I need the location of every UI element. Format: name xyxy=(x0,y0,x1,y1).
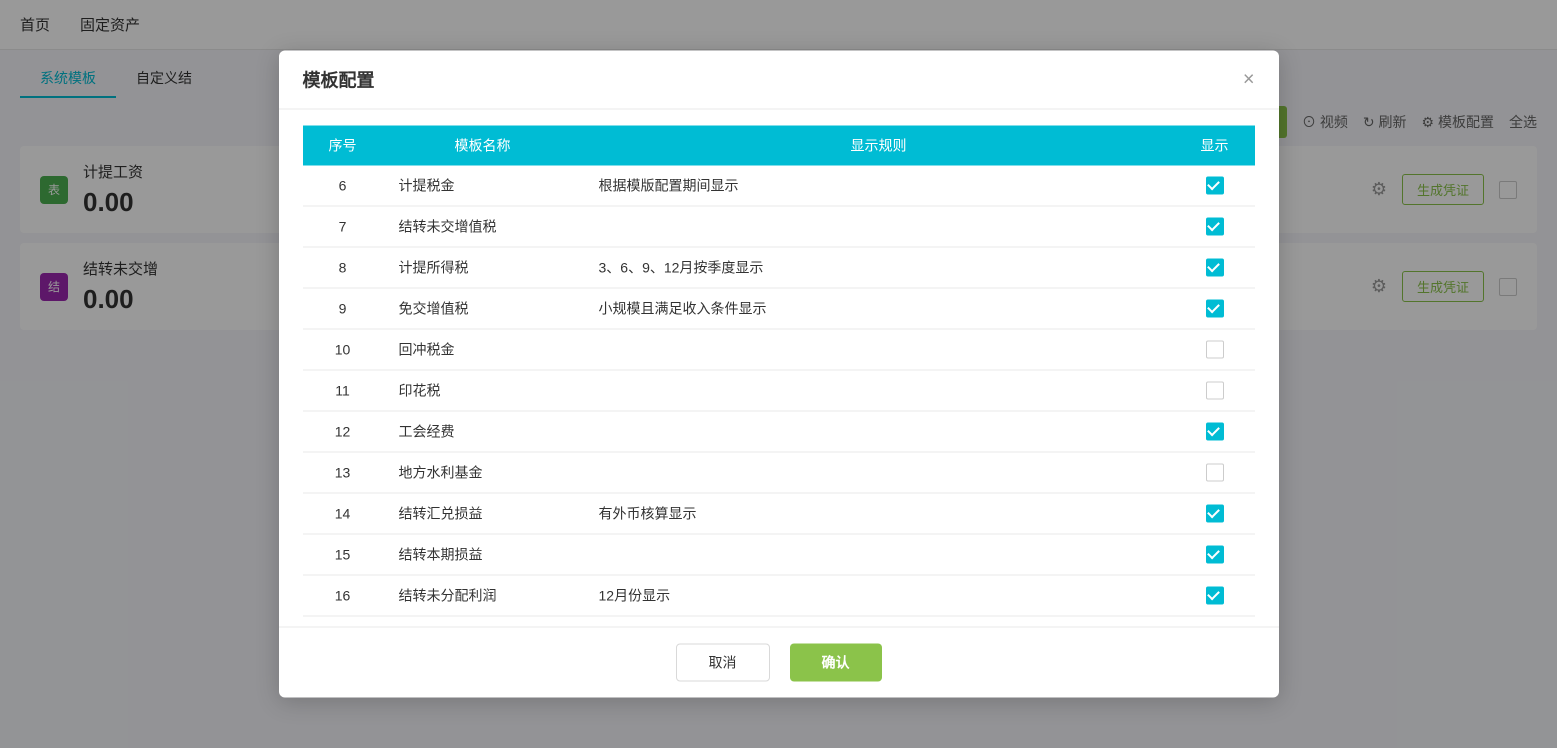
cell-rule: 根据模版配置期间显示 xyxy=(583,166,1175,207)
cell-rule xyxy=(583,206,1175,247)
checkbox-8[interactable] xyxy=(1206,259,1224,277)
config-table: 序号 模板名称 显示规则 显示 xyxy=(303,126,1255,166)
cell-checkbox[interactable] xyxy=(1175,206,1255,247)
cell-seq: 16 xyxy=(303,575,383,616)
cell-seq: 14 xyxy=(303,493,383,534)
cell-seq: 9 xyxy=(303,288,383,329)
table-row: 10回冲税金 xyxy=(303,329,1255,370)
checkbox-15[interactable] xyxy=(1206,546,1224,564)
table-row: 7结转未交增值税 xyxy=(303,206,1255,247)
table-scroll-area: 6计提税金根据模版配置期间显示7结转未交增值税8计提所得税3、6、9、12月按季… xyxy=(303,166,1255,617)
checkbox-16[interactable] xyxy=(1206,587,1224,605)
cell-rule xyxy=(583,329,1175,370)
cell-rule: 3、6、9、12月按季度显示 xyxy=(583,247,1175,288)
checkbox-10[interactable] xyxy=(1206,341,1224,359)
modal-title: 模板配置 xyxy=(303,67,375,93)
cell-name: 结转未分配利润 xyxy=(383,575,583,616)
table-row: 9免交增值税小规模且满足收入条件显示 xyxy=(303,288,1255,329)
modal-footer: 取消 确认 xyxy=(279,627,1279,698)
checkbox-6[interactable] xyxy=(1206,177,1224,195)
cell-name: 回冲税金 xyxy=(383,329,583,370)
checkbox-11[interactable] xyxy=(1206,382,1224,400)
cell-checkbox[interactable] xyxy=(1175,166,1255,207)
cell-name: 结转汇兑损益 xyxy=(383,493,583,534)
col-seq: 序号 xyxy=(303,126,383,166)
cell-checkbox[interactable] xyxy=(1175,411,1255,452)
cell-checkbox[interactable] xyxy=(1175,452,1255,493)
cell-checkbox[interactable] xyxy=(1175,288,1255,329)
table-row: 6计提税金根据模版配置期间显示 xyxy=(303,166,1255,207)
cell-checkbox[interactable] xyxy=(1175,493,1255,534)
checkbox-14[interactable] xyxy=(1206,505,1224,523)
cell-checkbox[interactable] xyxy=(1175,370,1255,411)
cell-seq: 8 xyxy=(303,247,383,288)
table-row: 12工会经费 xyxy=(303,411,1255,452)
cell-name: 结转未交增值税 xyxy=(383,206,583,247)
modal-close-button[interactable]: × xyxy=(1243,70,1255,90)
cell-seq: 11 xyxy=(303,370,383,411)
cell-rule xyxy=(583,452,1175,493)
cell-rule xyxy=(583,411,1175,452)
cell-rule: 12月份显示 xyxy=(583,575,1175,616)
cell-seq: 7 xyxy=(303,206,383,247)
table-header: 序号 模板名称 显示规则 显示 xyxy=(303,126,1255,166)
table-row: 8计提所得税3、6、9、12月按季度显示 xyxy=(303,247,1255,288)
cell-seq: 13 xyxy=(303,452,383,493)
col-rule: 显示规则 xyxy=(583,126,1175,166)
checkbox-12[interactable] xyxy=(1206,423,1224,441)
cell-name: 工会经费 xyxy=(383,411,583,452)
cell-rule: 小规模且满足收入条件显示 xyxy=(583,288,1175,329)
cell-seq: 15 xyxy=(303,534,383,575)
cell-checkbox[interactable] xyxy=(1175,534,1255,575)
template-config-modal: 模板配置 × 序号 模板名称 显示规则 显示 xyxy=(279,51,1279,698)
table-row: 14结转汇兑损益有外币核算显示 xyxy=(303,493,1255,534)
cell-rule xyxy=(583,534,1175,575)
cell-name: 结转本期损益 xyxy=(383,534,583,575)
cell-seq: 6 xyxy=(303,166,383,207)
col-name: 模板名称 xyxy=(383,126,583,166)
checkbox-13[interactable] xyxy=(1206,464,1224,482)
cell-rule xyxy=(583,370,1175,411)
cancel-button[interactable]: 取消 xyxy=(676,644,770,682)
table-row: 11印花税 xyxy=(303,370,1255,411)
modal-header: 模板配置 × xyxy=(279,51,1279,110)
checkbox-9[interactable] xyxy=(1206,300,1224,318)
cell-name: 计提所得税 xyxy=(383,247,583,288)
cell-checkbox[interactable] xyxy=(1175,247,1255,288)
cell-checkbox[interactable] xyxy=(1175,575,1255,616)
table-row: 16结转未分配利润12月份显示 xyxy=(303,575,1255,616)
cell-name: 免交增值税 xyxy=(383,288,583,329)
cell-rule: 有外币核算显示 xyxy=(583,493,1175,534)
cell-checkbox[interactable] xyxy=(1175,329,1255,370)
cell-name: 计提税金 xyxy=(383,166,583,207)
config-table-body: 6计提税金根据模版配置期间显示7结转未交增值税8计提所得税3、6、9、12月按季… xyxy=(303,166,1255,617)
checkbox-7[interactable] xyxy=(1206,218,1224,236)
cell-name: 地方水利基金 xyxy=(383,452,583,493)
confirm-button[interactable]: 确认 xyxy=(790,644,882,682)
modal-body: 序号 模板名称 显示规则 显示 6计提税金根据模版配置期间显示7结转未交增值税8… xyxy=(279,110,1279,617)
cell-seq: 12 xyxy=(303,411,383,452)
table-row: 13地方水利基金 xyxy=(303,452,1255,493)
col-display: 显示 xyxy=(1175,126,1255,166)
cell-name: 印花税 xyxy=(383,370,583,411)
cell-seq: 10 xyxy=(303,329,383,370)
table-row: 15结转本期损益 xyxy=(303,534,1255,575)
